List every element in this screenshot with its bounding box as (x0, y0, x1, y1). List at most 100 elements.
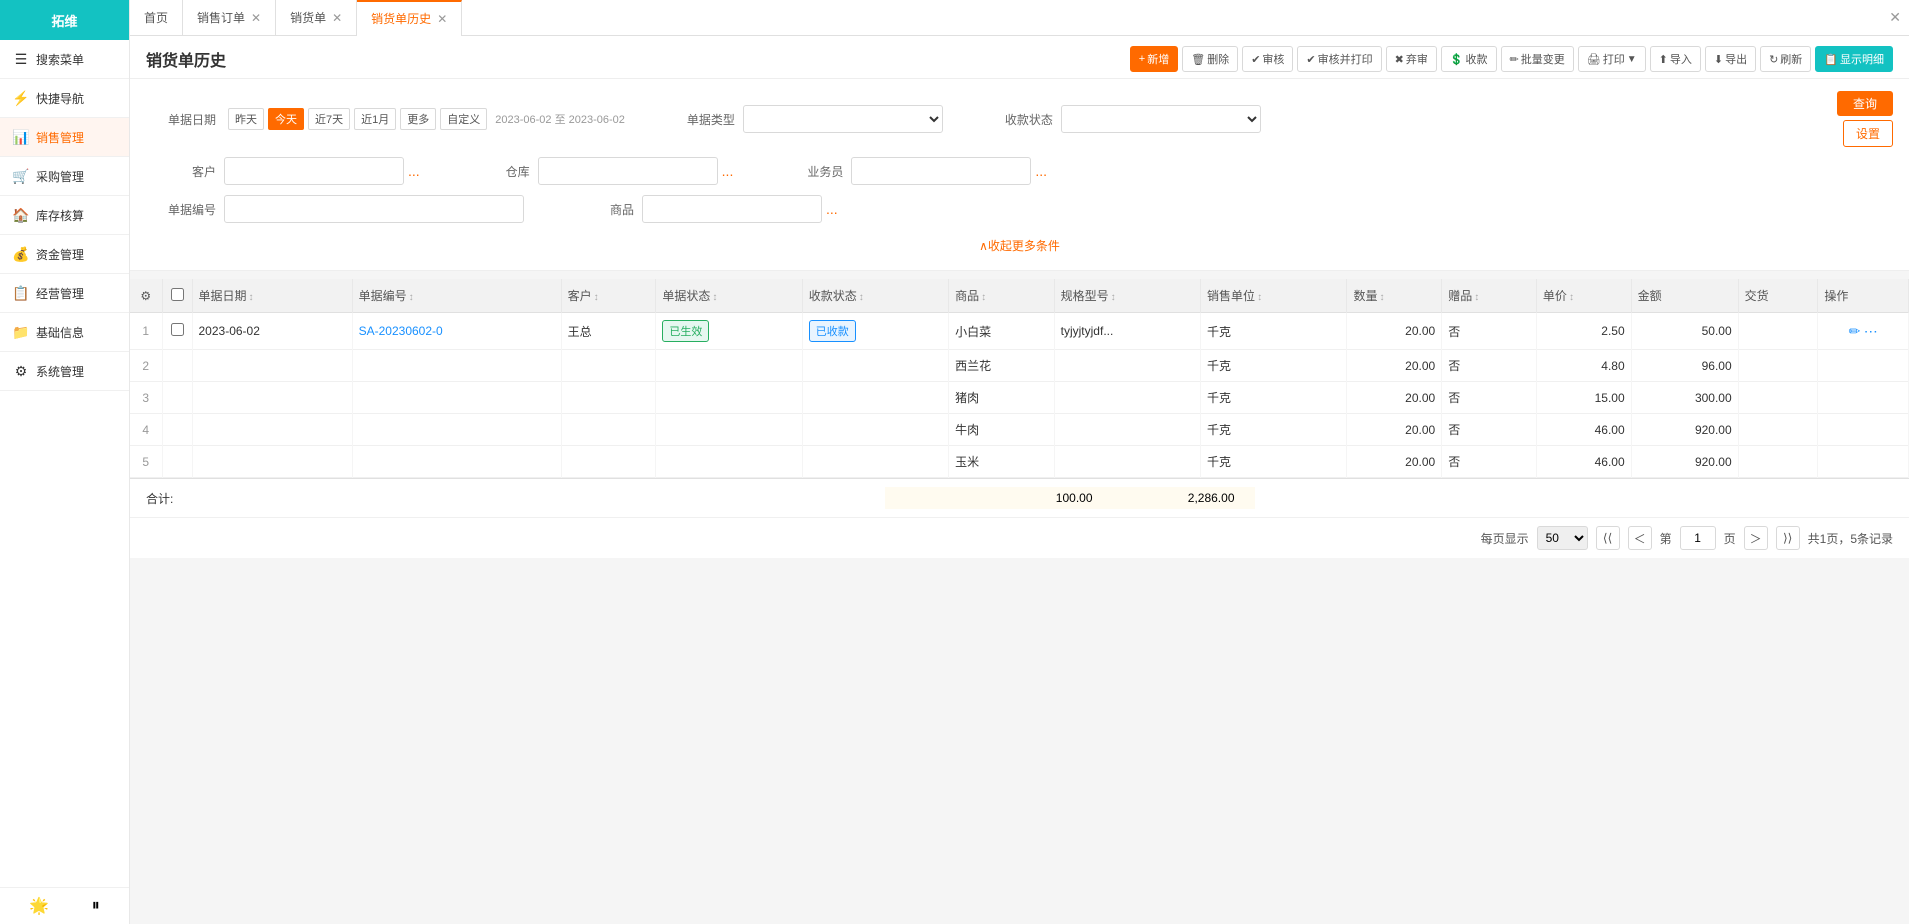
cell-gift: 否 (1442, 313, 1537, 350)
col-qty[interactable]: 数量↕ (1347, 279, 1442, 313)
settings-button[interactable]: 设置 (1843, 120, 1893, 147)
tab-sales-history[interactable]: 销货单历史 ✕ (357, 0, 462, 36)
page-size-select[interactable]: 50 100 (1537, 526, 1588, 550)
date-tag-7days[interactable]: 近7天 (308, 108, 350, 130)
abandon-button[interactable]: ✖ 弃审 (1386, 46, 1437, 72)
page-input[interactable] (1680, 526, 1716, 550)
col-gift[interactable]: 赠品↕ (1442, 279, 1537, 313)
cell-spec: tyjyjtyjdf... (1054, 313, 1200, 350)
doc-type-select[interactable] (743, 105, 943, 133)
first-page-btn[interactable]: ⟨⟨ (1596, 526, 1620, 550)
cell-doc-no[interactable]: SA-20230602-0 (352, 313, 561, 350)
doc-type-label: 单据类型 (665, 111, 735, 128)
product-input[interactable] (642, 195, 822, 223)
warehouse-dots-icon[interactable]: ... (722, 163, 734, 179)
tab-close-sales-delivery[interactable]: ✕ (332, 11, 342, 25)
doc-type-filter-group: 单据类型 (665, 105, 943, 133)
cell-doc-no[interactable] (352, 446, 561, 478)
edit-action[interactable]: ✏ (1849, 323, 1861, 339)
cell-doc-status (656, 350, 802, 382)
sidebar-item-sys-mgmt[interactable]: ⚙ 系统管理 (0, 352, 129, 391)
tab-bar-close-all[interactable]: ✕ (1889, 9, 1909, 26)
pay-status-select[interactable] (1061, 105, 1261, 133)
sidebar-item-purchase-mgmt[interactable]: 🛒 采购管理 (0, 157, 129, 196)
table-body: 1 2023-06-02 SA-20230602-0 王总 已生效 已收款 小白… (130, 313, 1909, 478)
query-button[interactable]: 查询 (1837, 91, 1893, 116)
tab-home[interactable]: 首页 (130, 0, 183, 36)
export-button[interactable]: ⬇ 导出 (1705, 46, 1756, 72)
page-header: 销货单历史 + 新增 🗑 删除 ✔ 审核 ✔ 审核并打印 (130, 36, 1909, 79)
cell-doc-no[interactable] (352, 382, 561, 414)
staff-input[interactable] (851, 157, 1031, 185)
cell-checkbox[interactable] (162, 414, 192, 446)
sidebar-item-finance[interactable]: 💰 资金管理 (0, 235, 129, 274)
col-product[interactable]: 商品↕ (949, 279, 1055, 313)
refresh-button[interactable]: ↻ 刷新 (1760, 46, 1811, 72)
cell-doc-no[interactable] (352, 414, 561, 446)
tab-close-sales-order[interactable]: ✕ (251, 11, 261, 25)
collapse-more-btn[interactable]: ∧ 收起更多条件 (146, 233, 1893, 258)
batch-change-button[interactable]: ✏ 批量变更 (1501, 46, 1574, 72)
cell-pay-status: 已收款 (802, 313, 948, 350)
col-doc-date[interactable]: 单据日期↕ (192, 279, 352, 313)
add-button[interactable]: + 新增 (1130, 46, 1178, 72)
prev-page-btn[interactable]: ＜ (1628, 526, 1652, 550)
collect-button[interactable]: 💲 收款 (1441, 46, 1497, 72)
customer-dots-icon[interactable]: ... (408, 163, 420, 179)
sidebar-item-base-info[interactable]: 📁 基础信息 (0, 313, 129, 352)
tab-sales-delivery[interactable]: 销货单 ✕ (276, 0, 357, 36)
customer-input[interactable] (224, 157, 404, 185)
sidebar-item-sales-mgmt[interactable]: 📊 销售管理 (0, 118, 129, 157)
cell-doc-no[interactable] (352, 350, 561, 382)
date-tag-1month[interactable]: 近1月 (354, 108, 396, 130)
import-button[interactable]: ⬆ 导入 (1650, 46, 1701, 72)
date-tag-more[interactable]: 更多 (400, 108, 436, 130)
delete-button[interactable]: 🗑 删除 (1182, 46, 1238, 72)
col-doc-status[interactable]: 单据状态↕ (656, 279, 802, 313)
warehouse-input[interactable] (538, 157, 718, 185)
col-unit[interactable]: 销售单位↕ (1201, 279, 1347, 313)
pagination-area: 每页显示 50 100 ⟨⟨ ＜ 第 页 ＞ ⟩⟩ 共1页，5条记录 (130, 517, 1909, 558)
select-all-checkbox[interactable] (171, 288, 184, 301)
print-button[interactable]: 🖨 打印 ▼ (1578, 46, 1646, 72)
audit-button[interactable]: ✔ 审核 (1242, 46, 1293, 72)
sidebar-item-operations[interactable]: 📋 经营管理 (0, 274, 129, 313)
show-detail-button[interactable]: 📋 显示明细 (1815, 46, 1893, 72)
sidebar-item-inventory[interactable]: 🏠 库存核算 (0, 196, 129, 235)
sidebar-pause-icon[interactable]: ⏸ (92, 897, 100, 915)
col-pay-status[interactable]: 收款状态↕ (802, 279, 948, 313)
cell-checkbox[interactable] (162, 382, 192, 414)
row-checkbox[interactable] (171, 323, 184, 336)
date-tag-yesterday[interactable]: 昨天 (228, 108, 264, 130)
warehouse-filter-group: 仓库 ... (460, 157, 734, 185)
col-unit-price[interactable]: 单价↕ (1536, 279, 1631, 313)
cell-transaction (1738, 382, 1818, 414)
cell-unit-price: 15.00 (1536, 382, 1631, 414)
col-spec[interactable]: 规格型号↕ (1054, 279, 1200, 313)
cell-product: 猪肉 (949, 382, 1055, 414)
more-action[interactable]: ⋯ (1864, 323, 1878, 339)
col-customer[interactable]: 客户↕ (561, 279, 656, 313)
cell-action (1818, 350, 1909, 382)
col-checkbox[interactable] (162, 279, 192, 313)
staff-dots-icon[interactable]: ... (1035, 163, 1047, 179)
export-icon: ⬇ (1714, 53, 1723, 66)
date-tag-today[interactable]: 今天 (268, 108, 304, 130)
cell-checkbox[interactable] (162, 446, 192, 478)
last-page-btn[interactable]: ⟩⟩ (1776, 526, 1800, 550)
tab-close-sales-history[interactable]: ✕ (437, 12, 447, 26)
sidebar-item-quick-nav[interactable]: ⚡ 快捷导航 (0, 79, 129, 118)
cell-checkbox[interactable] (162, 350, 192, 382)
date-tag-custom[interactable]: 自定义 (440, 108, 487, 130)
product-dots-icon[interactable]: ... (826, 201, 838, 217)
customer-label: 客户 (146, 163, 216, 180)
tab-sales-order[interactable]: 销售订单 ✕ (183, 0, 276, 36)
col-settings[interactable]: ⚙ (130, 279, 162, 313)
sidebar-star-icon[interactable]: 🌟 (29, 896, 49, 916)
audit-print-button[interactable]: ✔ 审核并打印 (1297, 46, 1381, 72)
sidebar-item-search-menu[interactable]: ☰ 搜索菜单 (0, 40, 129, 79)
col-doc-no[interactable]: 单据编号↕ (352, 279, 561, 313)
docno-input[interactable] (224, 195, 524, 223)
cell-checkbox[interactable] (162, 313, 192, 350)
next-page-btn[interactable]: ＞ (1744, 526, 1768, 550)
